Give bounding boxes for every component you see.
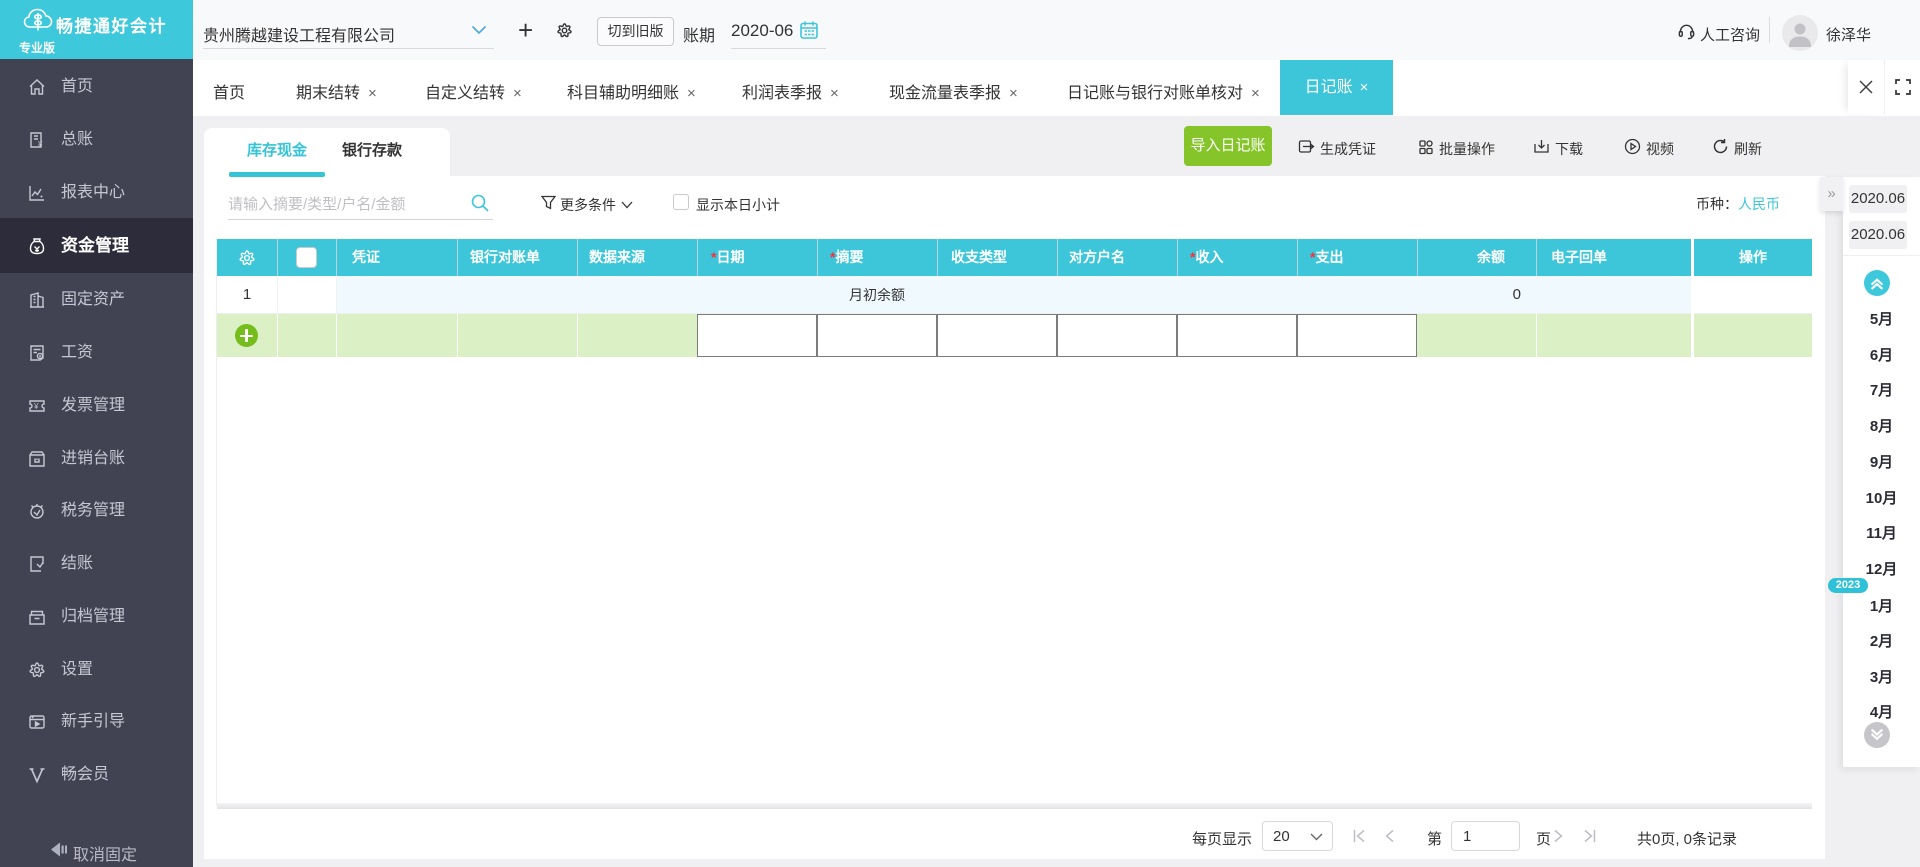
svg-text:¥: ¥: [37, 140, 43, 149]
svg-text:¥: ¥: [33, 402, 39, 411]
